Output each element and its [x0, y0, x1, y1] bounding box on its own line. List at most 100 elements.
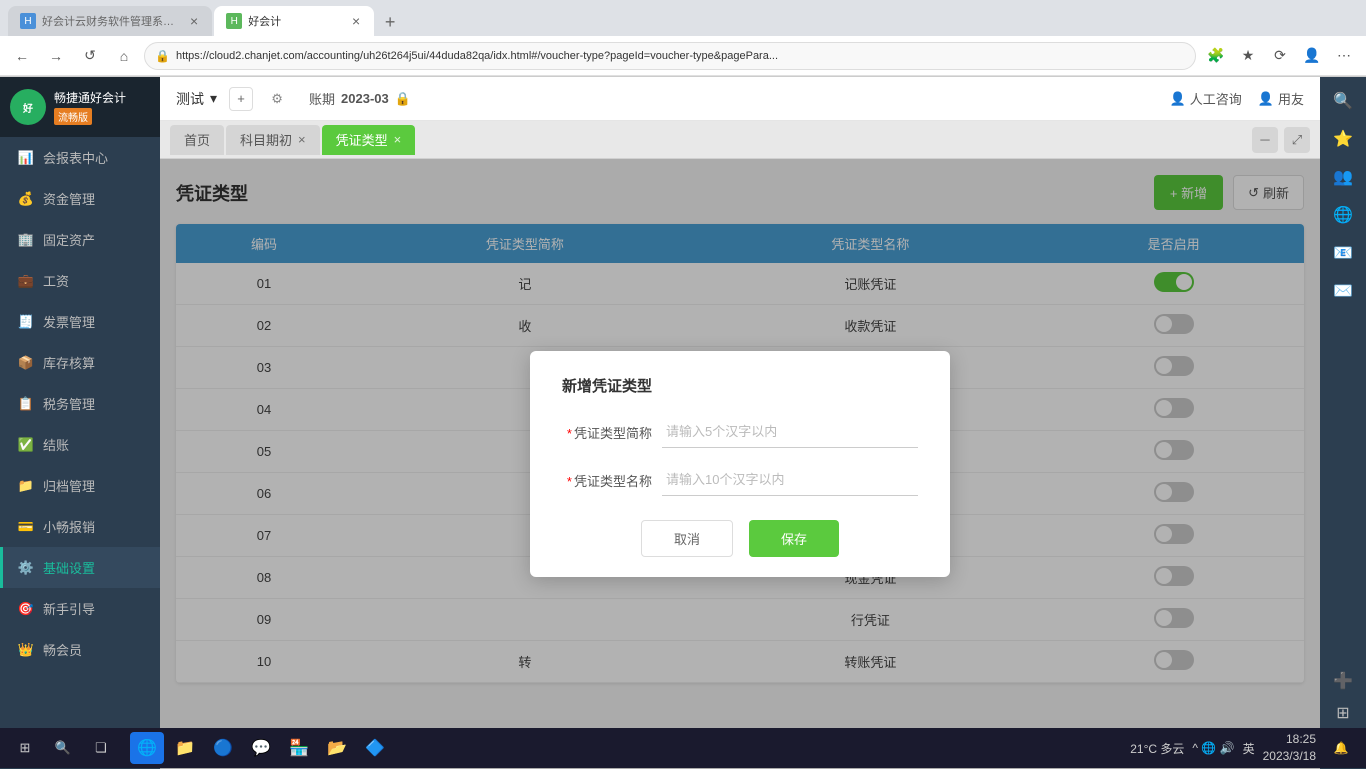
start-button[interactable]: ⊞ [8, 732, 42, 764]
sidebar-item-tax[interactable]: 📋 税务管理 [0, 383, 160, 424]
tab-subjects[interactable]: 科目期初 × [226, 125, 320, 155]
edge2-icon: 🔷 [365, 738, 385, 758]
sidebar-item-archive[interactable]: 📁 归档管理 [0, 465, 160, 506]
logo-text-block: 畅捷通好会计 流畅版 [54, 89, 126, 125]
tax-icon: 📋 [17, 395, 35, 413]
save-button[interactable]: 保存 [749, 520, 839, 557]
tab-home[interactable]: 首页 [170, 125, 224, 155]
modal-abbr-input[interactable] [662, 416, 918, 448]
workspace-dropdown-icon: ▾ [210, 90, 217, 107]
sync-button[interactable]: ⟳ [1266, 42, 1294, 70]
taskbar-indicators: ^ 🌐 🔊 [1192, 741, 1234, 755]
consult-button[interactable]: 👤 人工咨询 [1170, 89, 1242, 108]
notifications-button[interactable]: 🔔 [1324, 732, 1358, 764]
taskbar-appstore-app[interactable]: 🏪 [282, 732, 316, 764]
menu-button[interactable]: ⋯ [1330, 42, 1358, 70]
browser-tab-2[interactable]: H 好会计 × [214, 6, 374, 36]
tab-maximize-button[interactable]: ⤢ [1284, 127, 1310, 153]
taskbar-right: 21°C 多云 ^ 🌐 🔊 英 18:25 2023/3/18 🔔 [1130, 731, 1358, 765]
modal-abbr-label: 凭证类型简称 [562, 423, 652, 442]
tab-favicon-1: H [20, 13, 36, 29]
profile-button[interactable]: 👤 [1298, 42, 1326, 70]
right-add-button[interactable]: ➕ [1327, 665, 1359, 697]
task-view-button[interactable]: ❏ [84, 732, 118, 764]
sidebar-item-guide[interactable]: 🎯 新手引导 [0, 588, 160, 629]
taskbar-edge-app[interactable]: 🌐 [130, 732, 164, 764]
user-button[interactable]: 👤 用友 [1258, 89, 1304, 108]
home-button[interactable]: ⌂ [110, 42, 138, 70]
main-content: 凭证类型 + 新增 ↺ 刷新 编码 凭证类型简称 凭证 [160, 159, 1320, 769]
tab-close-2[interactable]: × [350, 11, 362, 31]
sidebar-nav: 📊 会报表中心 💰 资金管理 🏢 固定资产 💼 工资 🧾 发票管理 📦 [0, 137, 160, 731]
tab-voucher-type-close[interactable]: × [394, 132, 402, 147]
right-chrome-button[interactable]: 🌐 [1327, 199, 1359, 231]
reload-button[interactable]: ↺ [76, 42, 104, 70]
logo-title: 畅捷通好会计 [54, 89, 126, 106]
right-message-button[interactable]: ✉️ [1327, 275, 1359, 307]
inventory-icon: 📦 [17, 354, 35, 372]
sidebar-item-settle[interactable]: ✅ 结账 [0, 424, 160, 465]
appstore-icon: 🏪 [289, 738, 309, 758]
modal-name-field: 凭证类型名称 [562, 464, 918, 496]
taskbar-chrome-app[interactable]: 🔵 [206, 732, 240, 764]
taskbar: ⊞ 🔍 ❏ 🌐 📁 🔵 💬 🏪 📂 🔷 21°C 多云 ^ 🌐 🔊 英 18:2… [0, 728, 1366, 768]
workspace-settings-button[interactable]: ⚙ [265, 87, 289, 111]
right-star-button[interactable]: ⭐ [1327, 123, 1359, 155]
tab-title-2: 好会计 [248, 13, 281, 29]
taskbar-clock: 18:25 2023/3/18 [1263, 731, 1316, 765]
payroll-icon: 💼 [17, 272, 35, 290]
tab-close-1[interactable]: × [188, 11, 200, 31]
taskbar-files-app[interactable]: 📂 [320, 732, 354, 764]
sidebar-item-report[interactable]: 💳 小畅报销 [0, 506, 160, 547]
url-text: https://cloud2.chanjet.com/accounting/uh… [176, 50, 778, 62]
modal-name-input[interactable] [662, 464, 918, 496]
tab-voucher-type[interactable]: 凭证类型 × [322, 125, 416, 155]
taskbar-explorer-app[interactable]: 📁 [168, 732, 202, 764]
workspace-name: 测试 [176, 89, 204, 109]
sidebar-item-invoice[interactable]: 🧾 发票管理 [0, 301, 160, 342]
fixed-assets-icon: 🏢 [17, 231, 35, 249]
taskbar-wechat-app[interactable]: 💬 [244, 732, 278, 764]
taskbar-edge2-app[interactable]: 🔷 [358, 732, 392, 764]
sidebar-item-inventory[interactable]: 📦 库存核算 [0, 342, 160, 383]
bookmark-button[interactable]: ★ [1234, 42, 1262, 70]
browser-tab-1[interactable]: H 好会计云财务软件管理系统_会计 × [8, 6, 212, 36]
sidebar-item-payroll[interactable]: 💼 工资 [0, 260, 160, 301]
sidebar-item-label-report: 小畅报销 [43, 517, 95, 536]
new-tab-button[interactable]: + [376, 8, 404, 36]
sidebar-item-settings[interactable]: ⚙️ 基础设置 [0, 547, 160, 588]
invoice-icon: 🧾 [17, 313, 35, 331]
sidebar-item-capital[interactable]: 💰 资金管理 [0, 178, 160, 219]
browser-chrome: H 好会计云财务软件管理系统_会计 × H 好会计 × + ← → ↺ ⌂ 🔒 … [0, 0, 1366, 77]
sidebar-item-label-guide: 新手引导 [43, 599, 95, 618]
sidebar-item-label-member: 畅会员 [43, 640, 82, 659]
right-grid-button[interactable]: ⊞ [1327, 697, 1359, 729]
tab-subjects-close[interactable]: × [298, 132, 306, 147]
workspace-add-button[interactable]: + [229, 87, 253, 111]
sidebar-item-label-dashboard: 会报表中心 [43, 148, 108, 167]
modal-actions: 取消 保存 [562, 520, 918, 557]
extensions-button[interactable]: 🧩 [1202, 42, 1230, 70]
tab-minimize-button[interactable]: ─ [1252, 127, 1278, 153]
modal-name-label: 凭证类型名称 [562, 471, 652, 490]
sidebar-item-dashboard[interactable]: 📊 会报表中心 [0, 137, 160, 178]
search-taskbar-button[interactable]: 🔍 [46, 732, 80, 764]
right-search-button[interactable]: 🔍 [1327, 85, 1359, 117]
sidebar-item-fixed-assets[interactable]: 🏢 固定资产 [0, 219, 160, 260]
archive-icon: 📁 [17, 477, 35, 495]
sidebar-item-member[interactable]: 👑 畅会员 [0, 629, 160, 670]
tab-bar: 首页 科目期初 × 凭证类型 × ─ ⤢ [160, 121, 1320, 159]
workspace-selector[interactable]: 测试 ▾ [176, 89, 217, 109]
right-users-button[interactable]: 👥 [1327, 161, 1359, 193]
forward-button[interactable]: → [42, 42, 70, 70]
clock-time: 18:25 [1263, 731, 1316, 748]
tab-voucher-type-label: 凭证类型 [336, 130, 388, 149]
settle-icon: ✅ [17, 436, 35, 454]
report-icon: 💳 [17, 518, 35, 536]
header-right: 👤 人工咨询 👤 用友 [1170, 89, 1304, 108]
address-bar[interactable]: 🔒 https://cloud2.chanjet.com/accounting/… [144, 42, 1196, 70]
right-outlook-button[interactable]: 📧 [1327, 237, 1359, 269]
back-button[interactable]: ← [8, 42, 36, 70]
user-avatar-icon: 👤 [1258, 91, 1274, 107]
cancel-button[interactable]: 取消 [641, 520, 733, 557]
